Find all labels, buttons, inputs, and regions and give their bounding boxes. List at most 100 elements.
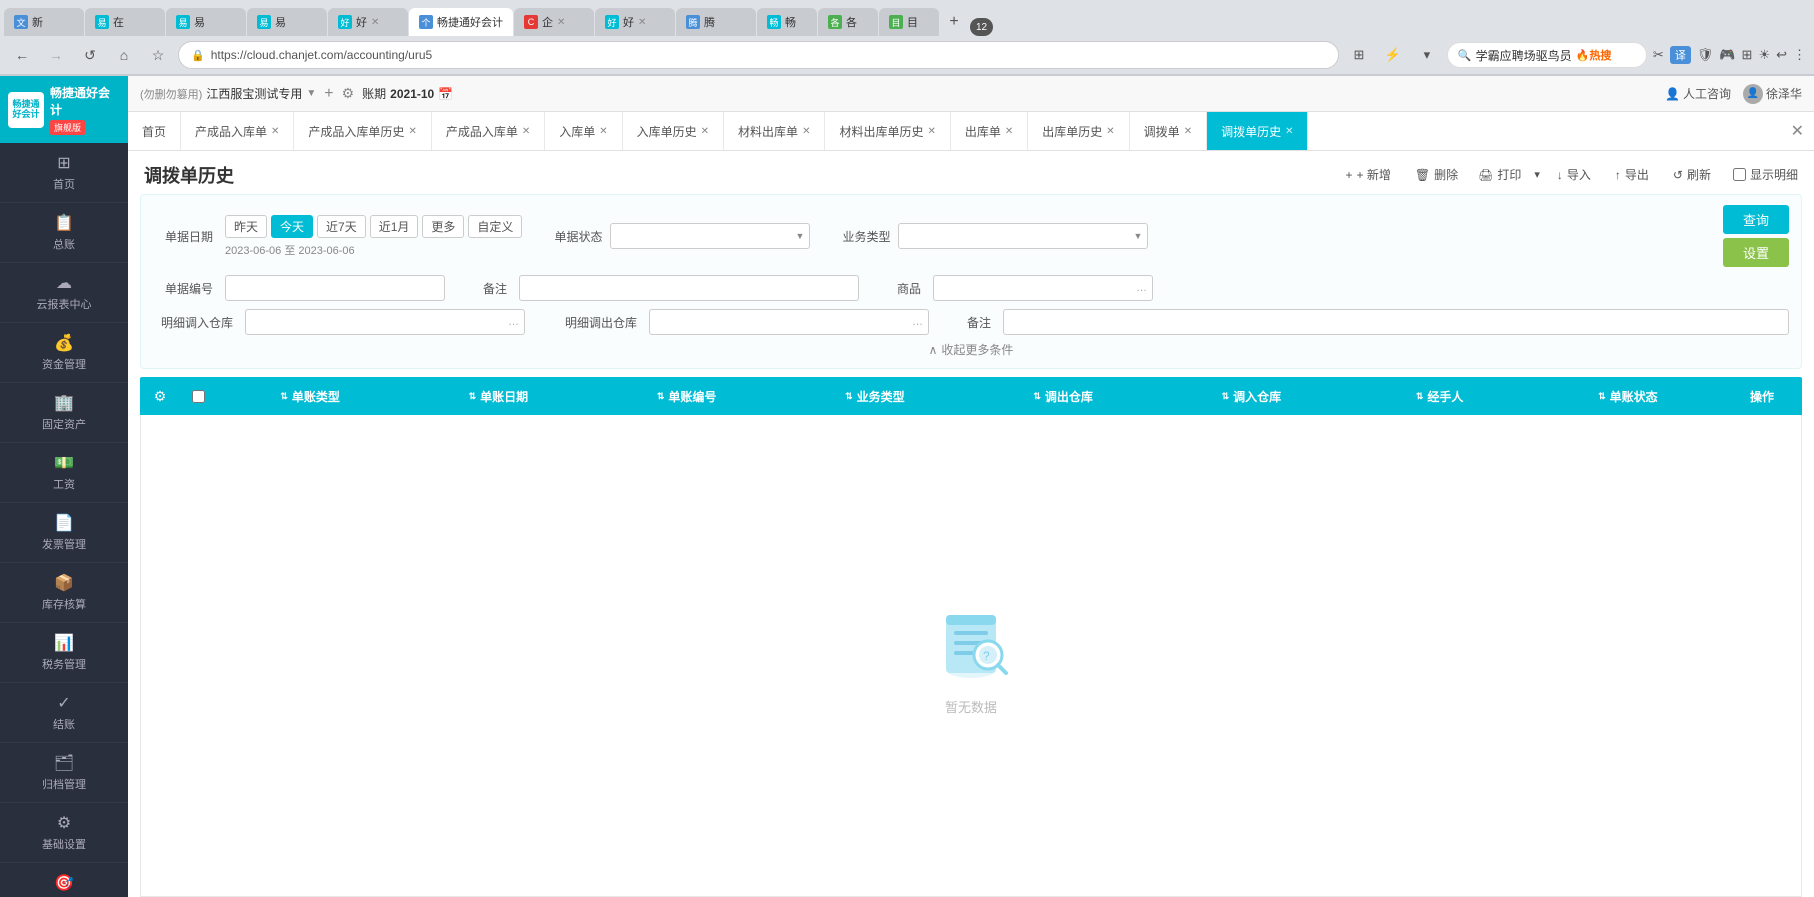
- sidebar-item-home[interactable]: ⊞ 首页: [0, 143, 128, 203]
- collapse-row[interactable]: ∧ 收起更多条件: [153, 335, 1789, 358]
- sidebar-item-guide[interactable]: 🎯 新手引导: [0, 863, 128, 897]
- page-tab-out-history[interactable]: 出库单历史 ✕: [1028, 112, 1129, 150]
- goods-input[interactable]: [933, 275, 1153, 301]
- print-dropdown-button[interactable]: ▾: [1531, 163, 1543, 186]
- goods-more-icon[interactable]: …: [1136, 282, 1147, 294]
- browser-dropdown-btn[interactable]: ▾: [1413, 41, 1441, 69]
- sidebar-item-tax[interactable]: 📊 税务管理: [0, 623, 128, 683]
- back-button[interactable]: ←: [8, 41, 36, 69]
- date-custom-btn[interactable]: 自定义: [468, 215, 522, 238]
- date-more-btn[interactable]: 更多: [422, 215, 464, 238]
- forward-button[interactable]: →: [42, 41, 70, 69]
- translate-icon[interactable]: 译: [1670, 46, 1691, 64]
- page-tab-material-out[interactable]: 材料出库单 ✕: [724, 112, 825, 150]
- th-transfer-out[interactable]: ⇅ 调出仓库: [969, 388, 1157, 405]
- th-biz-type[interactable]: ⇅ 业务类型: [781, 388, 969, 405]
- new-button[interactable]: + + 新增: [1335, 161, 1400, 188]
- company-settings-button[interactable]: ⚙: [342, 85, 355, 102]
- detail-in-input[interactable]: [245, 309, 525, 335]
- shield-icon[interactable]: 🛡: [1697, 47, 1714, 63]
- browser-tab-9[interactable]: 腾 腾: [676, 8, 756, 36]
- sidebar-item-inventory[interactable]: 📦 库存核算: [0, 563, 128, 623]
- browser-tab-12[interactable]: 目 目: [879, 8, 939, 36]
- note-input[interactable]: [519, 275, 859, 301]
- browser-tab-active[interactable]: 个 畅捷通好会计: [409, 8, 513, 36]
- game-icon[interactable]: 🎮: [1719, 47, 1735, 63]
- home-button[interactable]: ⌂: [110, 41, 138, 69]
- sidebar-item-invoice[interactable]: 📄 发票管理: [0, 503, 128, 563]
- set-button[interactable]: 设置: [1723, 238, 1789, 267]
- browser-tab-8[interactable]: 好 好 ✕: [595, 8, 675, 36]
- tab-close-icon[interactable]: ✕: [599, 126, 607, 137]
- tab-close-icon[interactable]: ✕: [927, 126, 935, 137]
- page-tab-material-out-history[interactable]: 材料出库单历史 ✕: [825, 112, 950, 150]
- tab-close-icon[interactable]: ✕: [802, 126, 810, 137]
- sidebar-item-fund[interactable]: 💰 资金管理: [0, 323, 128, 383]
- sidebar-item-ledger[interactable]: 📋 总账: [0, 203, 128, 263]
- status-select[interactable]: [610, 223, 810, 249]
- select-all-checkbox[interactable]: [192, 390, 205, 403]
- service-button[interactable]: 👤 人工咨询: [1665, 85, 1731, 102]
- sidebar-item-cloud[interactable]: ☁ 云报表中心: [0, 263, 128, 323]
- export-button[interactable]: ↑ 导出: [1605, 161, 1659, 188]
- period-selector[interactable]: 账期 2021-10 📅: [362, 85, 453, 102]
- browser-tab-5[interactable]: 好 好 ✕: [328, 8, 408, 36]
- grid-icon[interactable]: ⊞: [1742, 47, 1753, 63]
- doc-number-input[interactable]: [225, 275, 445, 301]
- page-tab-in-history[interactable]: 入库单历史 ✕: [623, 112, 724, 150]
- more-options-icon[interactable]: ⋮: [1793, 47, 1806, 63]
- tab-close-icon[interactable]: ✕: [1005, 126, 1013, 137]
- date-7days-btn[interactable]: 近7天: [317, 215, 366, 238]
- detail-out-more-icon[interactable]: …: [912, 316, 923, 328]
- tab-close[interactable]: ✕: [371, 17, 379, 28]
- sidebar-item-wage[interactable]: 💵 工资: [0, 443, 128, 503]
- sun-icon[interactable]: ☀: [1758, 47, 1770, 63]
- refresh-browser-button[interactable]: ↺: [76, 41, 104, 69]
- bookmark-button[interactable]: ☆: [144, 41, 172, 69]
- address-bar[interactable]: 🔒 https://cloud.chanjet.com/accounting/u…: [178, 41, 1339, 69]
- page-tab-out[interactable]: 出库单 ✕: [951, 112, 1028, 150]
- sidebar-item-archive[interactable]: 🗂 归档管理: [0, 743, 128, 803]
- refresh-page-button[interactable]: ↺ 刷新: [1663, 161, 1721, 188]
- tab-close-icon[interactable]: ✕: [522, 126, 530, 137]
- query-button[interactable]: 查询: [1723, 205, 1789, 234]
- search-wrap[interactable]: 🔍 学霸应聘场驱鸟员 🔥热搜: [1447, 42, 1647, 68]
- date-yesterday-btn[interactable]: 昨天: [225, 215, 267, 238]
- th-doc-date[interactable]: ⇅ 单账日期: [404, 388, 592, 405]
- date-1month-btn[interactable]: 近1月: [370, 215, 419, 238]
- sidebar-logo[interactable]: 畅捷通好会计 畅捷通好会计 旗舰版: [0, 76, 128, 143]
- tab-close-icon[interactable]: ✕: [1285, 126, 1293, 137]
- import-button[interactable]: ↓ 导入: [1547, 161, 1601, 188]
- tab-add-btn[interactable]: +: [940, 8, 968, 36]
- th-settings[interactable]: ⚙: [140, 388, 180, 405]
- th-doc-type[interactable]: ⇅ 单账类型: [216, 388, 404, 405]
- user-button[interactable]: 👤 徐泽华: [1743, 84, 1802, 104]
- sidebar-item-settings[interactable]: ⚙ 基础设置: [0, 803, 128, 863]
- display-toggle-checkbox[interactable]: [1733, 168, 1746, 181]
- date-today-btn[interactable]: 今天: [271, 215, 313, 238]
- page-tab-transfer-history[interactable]: 调拨单历史 ✕: [1207, 112, 1308, 150]
- page-close-all-button[interactable]: ✕: [1781, 121, 1814, 141]
- company-selector[interactable]: (勿删勿篡用) 江西服宝测试专用 ▼: [140, 85, 316, 102]
- browser-tab-10[interactable]: 畅 畅: [757, 8, 817, 36]
- th-handler[interactable]: ⇅ 经手人: [1346, 388, 1534, 405]
- detail-out-input[interactable]: [649, 309, 929, 335]
- note2-input[interactable]: [1003, 309, 1789, 335]
- add-company-button[interactable]: +: [324, 85, 333, 103]
- th-doc-number[interactable]: ⇅ 单账编号: [593, 388, 781, 405]
- browser-lightning-btn[interactable]: ⚡: [1379, 41, 1407, 69]
- print-button[interactable]: 🖨 打印: [1472, 161, 1527, 188]
- browser-tab-3[interactable]: 易 易: [166, 8, 246, 36]
- browser-tab-1[interactable]: 文 新: [4, 8, 84, 36]
- delete-button[interactable]: 🗑 删除: [1405, 161, 1468, 188]
- page-tab-transfer[interactable]: 调拨单 ✕: [1130, 112, 1207, 150]
- tab-close-icon[interactable]: ✕: [1184, 126, 1192, 137]
- scissors-icon[interactable]: ✂: [1653, 47, 1664, 63]
- browser-menu-btn[interactable]: ⊞: [1345, 41, 1373, 69]
- browser-tab-2[interactable]: 易 在: [85, 8, 165, 36]
- page-tab-product-in[interactable]: 产成品入库单 ✕: [181, 112, 294, 150]
- undo-icon[interactable]: ↩: [1776, 47, 1787, 63]
- th-doc-status[interactable]: ⇅ 单账状态: [1534, 388, 1722, 405]
- browser-tab-4[interactable]: 易 易: [247, 8, 327, 36]
- business-type-select[interactable]: [898, 223, 1148, 249]
